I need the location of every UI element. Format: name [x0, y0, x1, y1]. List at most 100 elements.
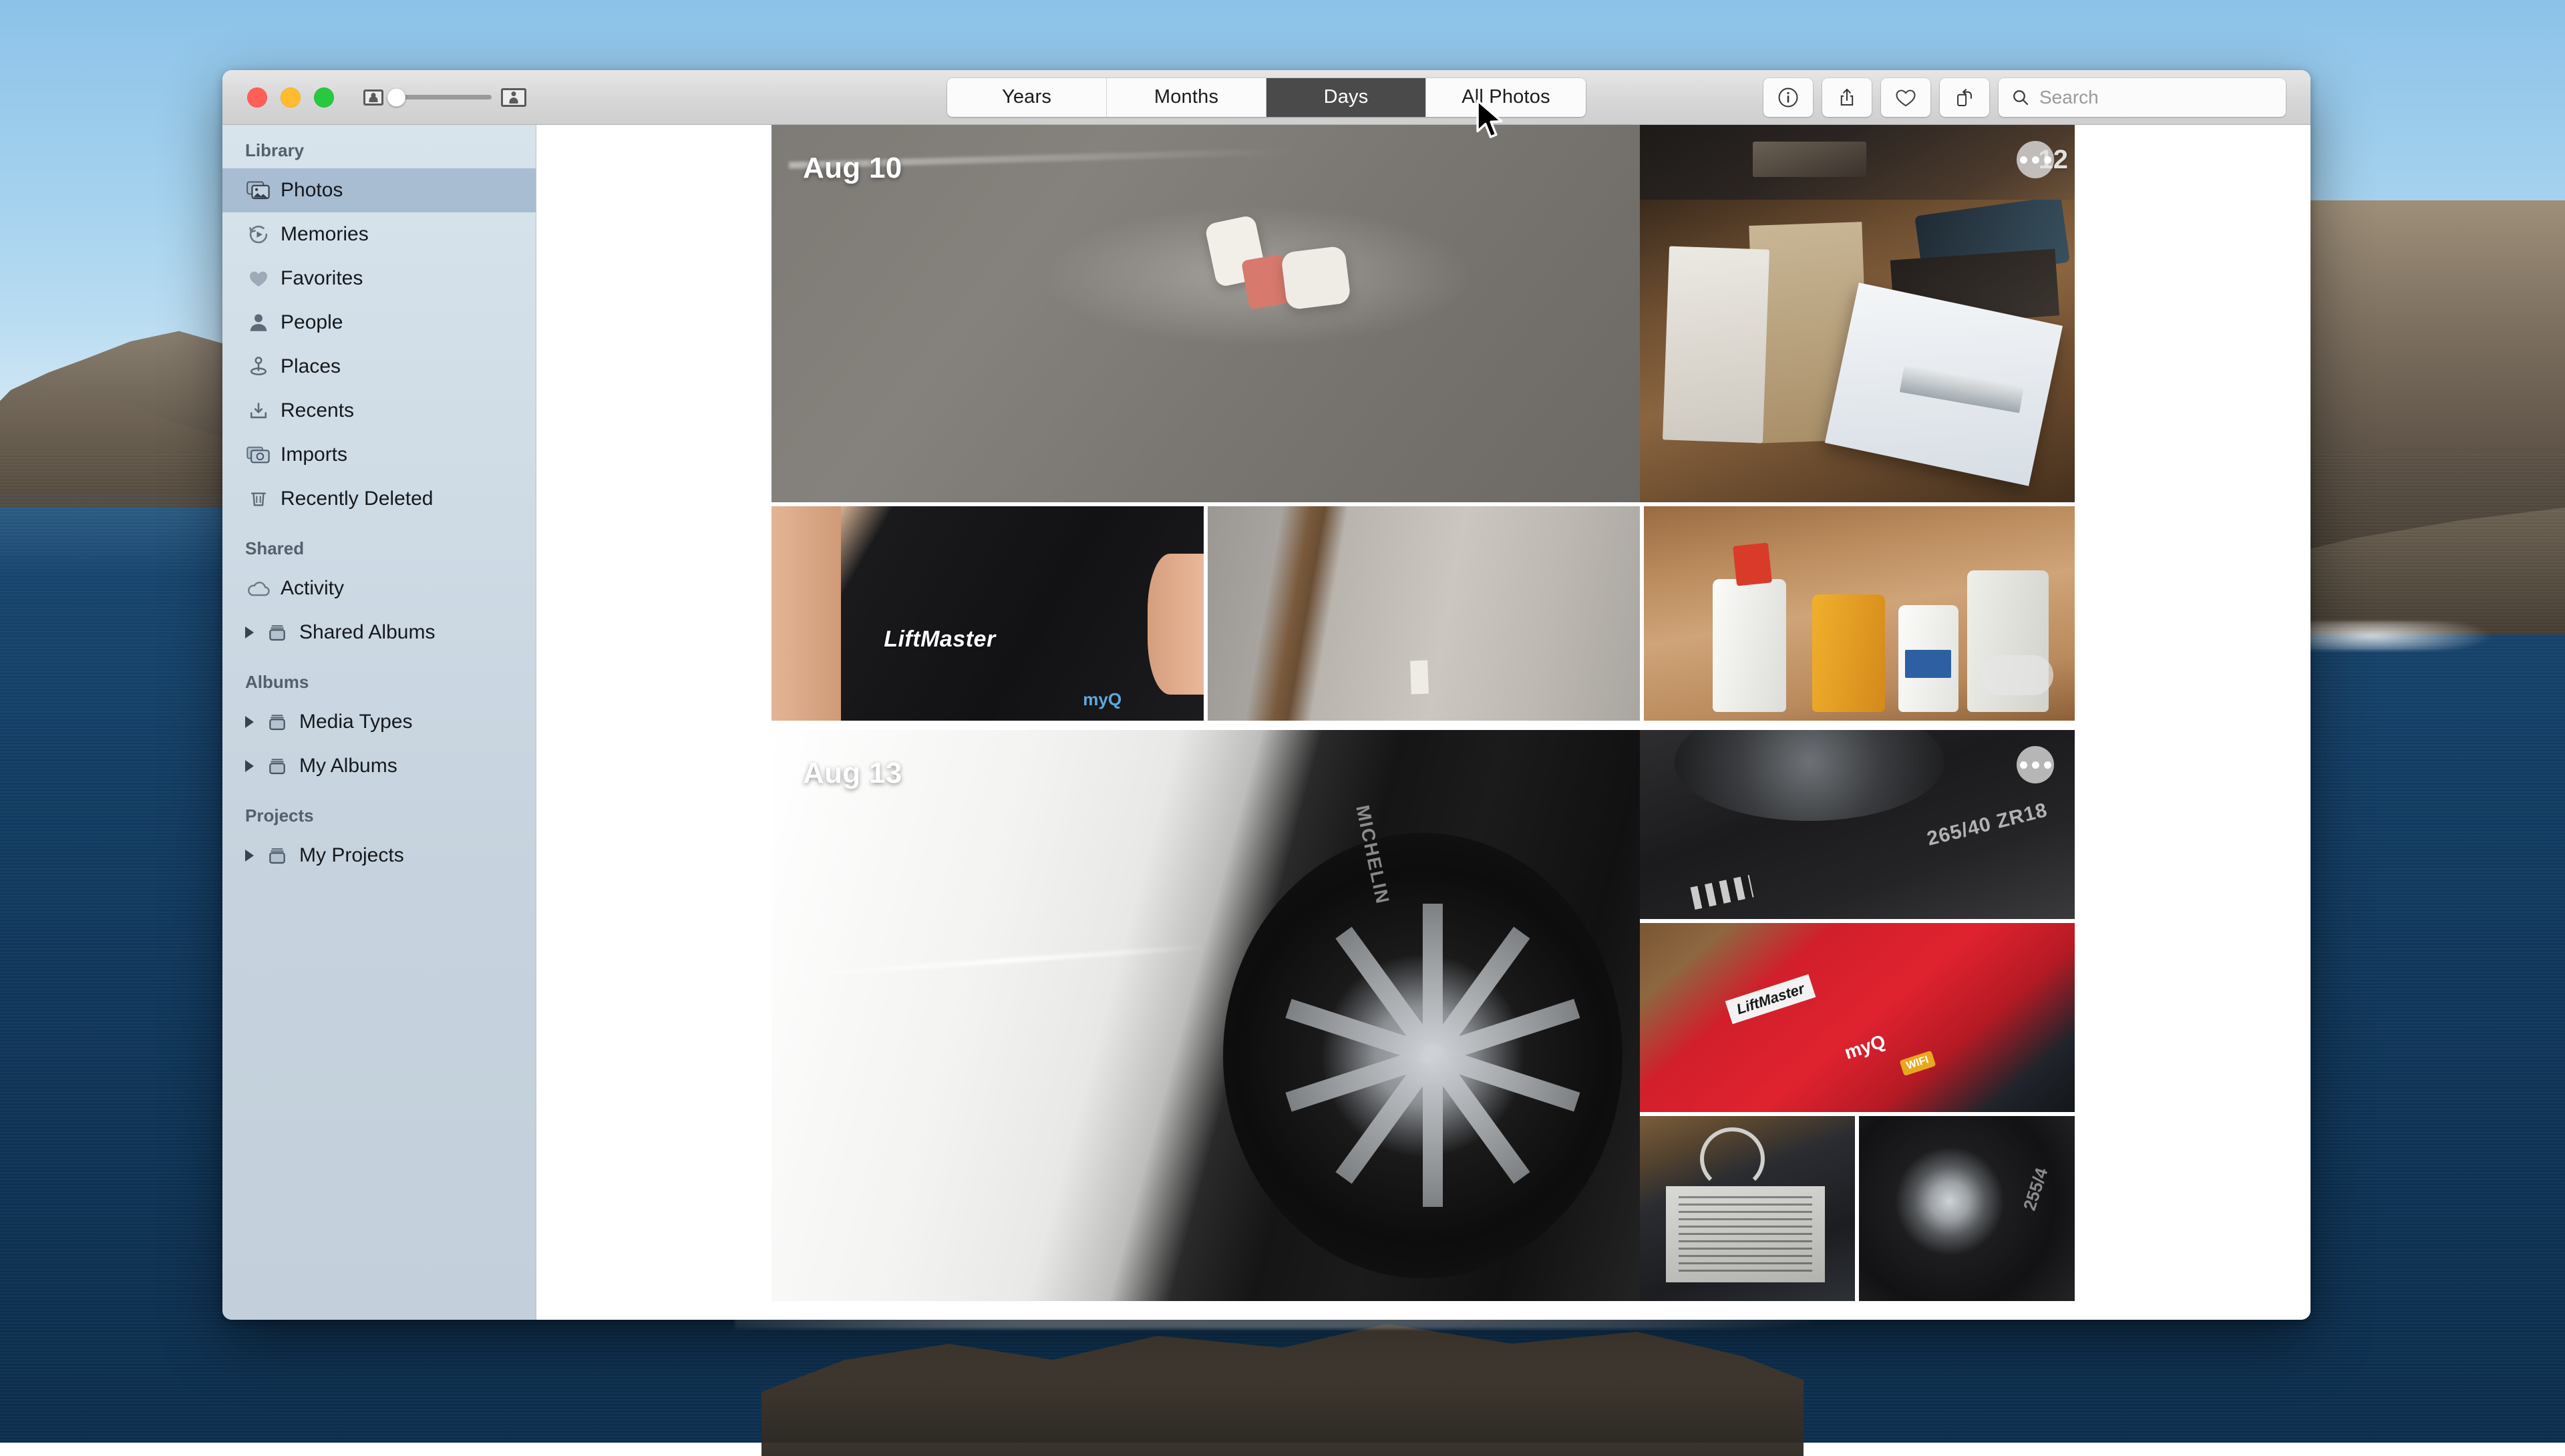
day-section-aug-13: MICHELIN Aug 13 265/40 ZR18	[772, 730, 2075, 1301]
rotate-button[interactable]	[1940, 78, 1989, 117]
photo-row: LiftMaster myQ	[772, 506, 2075, 721]
sidebar-item-memories[interactable]: Memories	[222, 212, 536, 256]
sidebar-item-label: Recently Deleted	[281, 488, 433, 510]
overflow-count-badge[interactable]	[1981, 655, 2053, 695]
photo-text-liftmaster: LiftMaster	[1725, 974, 1816, 1025]
window-titlebar: Years Months Days All Photos	[222, 70, 2311, 125]
sidebar-item-activity[interactable]: Activity	[222, 566, 536, 610]
photo-row: MICHELIN Aug 13 265/40 ZR18	[772, 730, 2075, 1301]
sidebar-group-library: Library	[222, 133, 536, 168]
favorite-button[interactable]	[1881, 78, 1930, 117]
search-field[interactable]: Search	[1999, 78, 2286, 117]
photo-grid[interactable]: Aug 10 12	[772, 125, 2075, 1320]
sidebar-item-label: My Projects	[299, 844, 404, 867]
sidebar-item-places[interactable]: Places	[222, 345, 536, 389]
photo-thumbnail[interactable]	[1640, 200, 2075, 502]
ellipsis-dot	[2020, 761, 2027, 769]
close-button[interactable]	[247, 87, 267, 108]
sidebar-group-albums: Albums	[222, 655, 536, 700]
wheel-shape	[1223, 833, 1622, 1278]
day-more-menu-button[interactable]	[2017, 141, 2054, 178]
sidebar-group-projects: Projects	[222, 788, 536, 834]
sidebar-item-media-types[interactable]: Media Types	[222, 700, 536, 744]
sidebar-item-my-projects[interactable]: My Projects	[222, 834, 536, 878]
photo-text-wifi: WIFI	[1899, 1051, 1936, 1076]
folder-icon	[264, 709, 291, 735]
person-icon	[245, 309, 272, 336]
folder-icon	[264, 753, 291, 779]
rotate-icon	[1953, 86, 1976, 109]
sidebar: Library Photos Memories	[222, 125, 536, 1320]
heart-icon	[1894, 85, 1918, 110]
sidebar-item-recents[interactable]: Recents	[222, 389, 536, 433]
ellipsis-dot	[2044, 156, 2051, 164]
sidebar-item-my-albums[interactable]: My Albums	[222, 744, 536, 788]
photo-thumbnail[interactable]: 12	[1640, 125, 2075, 200]
sidebar-item-people[interactable]: People	[222, 301, 536, 345]
photo-thumbnail[interactable]: MICHELIN Aug 13	[772, 730, 1640, 1301]
photo-thumbnail[interactable]: 265/40 ZR18	[1640, 730, 2075, 919]
folder-icon	[264, 842, 291, 869]
chevron-right-icon[interactable]	[245, 626, 254, 639]
mouse-cursor	[1474, 99, 1512, 142]
photo-small-icon[interactable]	[363, 89, 383, 106]
photo-thumbnail[interactable]: LiftMaster myQ WIFI	[1640, 923, 2075, 1112]
search-icon	[2011, 87, 2031, 108]
folder-icon	[264, 619, 291, 646]
photo-thumbnail[interactable]: LiftMaster myQ	[772, 506, 1204, 721]
toolbar-right-group: Search	[1763, 78, 2286, 117]
tab-days[interactable]: Days	[1266, 78, 1426, 117]
content-area: Aug 10 12	[536, 125, 2311, 1320]
chevron-right-icon[interactable]	[245, 760, 254, 772]
slider-knob[interactable]	[387, 88, 405, 106]
sidebar-group-shared: Shared	[222, 521, 536, 566]
date-label: Aug 10	[803, 152, 902, 185]
sidebar-item-shared-albums[interactable]: Shared Albums	[222, 610, 536, 655]
photo-text-liftmaster: LiftMaster	[884, 626, 995, 653]
sidebar-item-recently-deleted[interactable]: Recently Deleted	[222, 477, 536, 521]
sidebar-item-imports[interactable]: Imports	[222, 433, 536, 477]
sidebar-item-label: Favorites	[281, 267, 363, 290]
search-placeholder: Search	[2039, 87, 2099, 108]
sidebar-item-favorites[interactable]: Favorites	[222, 256, 536, 301]
sidebar-item-label: Places	[281, 355, 341, 378]
chevron-right-icon[interactable]	[245, 850, 254, 862]
share-button[interactable]	[1822, 78, 1872, 117]
ellipsis-dot	[2020, 156, 2027, 164]
share-up-arrow-icon	[1836, 86, 1858, 109]
day-section-aug-10: Aug 10 12	[772, 125, 2075, 721]
map-pin-icon	[245, 353, 272, 380]
photo-thumbnail[interactable]	[1640, 1116, 1855, 1301]
sidebar-item-label: Recents	[281, 399, 354, 422]
photo-row: Aug 10 12	[772, 125, 2075, 502]
photo-thumbnail[interactable]	[1208, 506, 1640, 721]
thumbnail-size-slider[interactable]	[393, 95, 492, 100]
date-label: Aug 13	[803, 757, 902, 790]
download-tray-icon	[245, 397, 272, 424]
photo-large-icon[interactable]	[501, 88, 526, 107]
sidebar-item-label: Media Types	[299, 711, 413, 733]
ellipsis-dot	[2032, 156, 2039, 164]
sidebar-item-label: Activity	[281, 577, 344, 600]
sidebar-item-label: Memories	[281, 223, 369, 246]
minimize-button[interactable]	[281, 87, 301, 108]
sidebar-item-label: Photos	[281, 179, 343, 202]
sidebar-item-label: My Albums	[299, 755, 397, 777]
photo-thumbnail[interactable]	[1644, 506, 2075, 721]
photo-text-myq: myQ	[1083, 689, 1122, 710]
zoom-button[interactable]	[314, 87, 334, 108]
heart-icon	[245, 265, 272, 292]
day-more-menu-button[interactable]	[2017, 746, 2054, 783]
trash-icon	[245, 486, 272, 512]
tab-months[interactable]: Months	[1107, 78, 1266, 117]
info-button[interactable]	[1763, 78, 1813, 117]
ellipsis-dot	[2032, 761, 2039, 769]
sidebar-item-label: Shared Albums	[299, 621, 435, 644]
photo-thumbnail[interactable]: Aug 10	[772, 125, 1640, 502]
photo-thumbnail[interactable]: 255/4	[1859, 1116, 2075, 1301]
tab-years[interactable]: Years	[947, 78, 1107, 117]
sidebar-item-photos[interactable]: Photos	[222, 168, 536, 212]
chevron-right-icon[interactable]	[245, 716, 254, 728]
photo-text-myq: myQ	[1842, 1031, 1888, 1064]
ellipsis-dot	[2044, 761, 2051, 769]
